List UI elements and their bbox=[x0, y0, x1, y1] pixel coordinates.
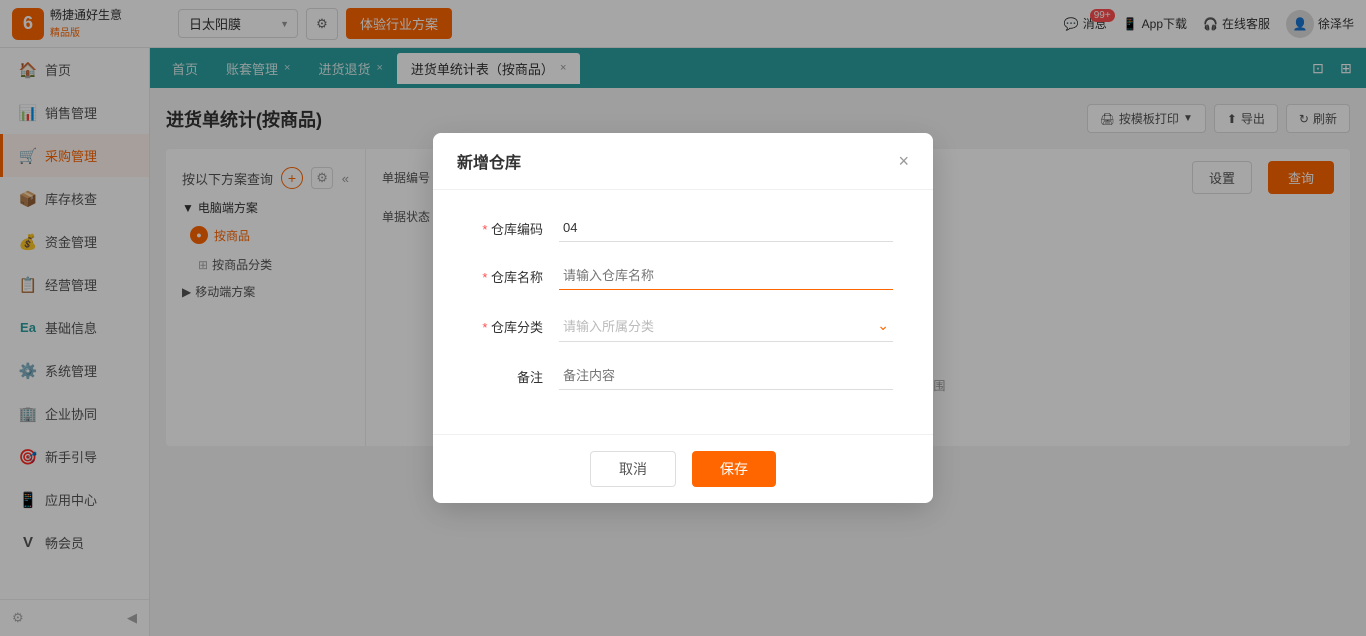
note-label: 备注 bbox=[473, 367, 543, 386]
form-row-note: 备注 bbox=[473, 362, 893, 390]
cancel-button[interactable]: 取消 bbox=[590, 451, 676, 487]
modal-overlay: 新增仓库 × 仓库编码 仓库名称 仓库分类 请输入所属分类 ⌄ bbox=[0, 0, 1366, 636]
category-select[interactable]: 请输入所属分类 ⌄ bbox=[559, 310, 893, 342]
code-label: 仓库编码 bbox=[473, 219, 543, 238]
category-label: 仓库分类 bbox=[473, 317, 543, 336]
form-row-category: 仓库分类 请输入所属分类 ⌄ bbox=[473, 310, 893, 342]
modal-header: 新增仓库 × bbox=[433, 133, 933, 190]
code-input[interactable] bbox=[559, 214, 893, 242]
note-input[interactable] bbox=[559, 362, 893, 390]
modal-body: 仓库编码 仓库名称 仓库分类 请输入所属分类 ⌄ 备注 bbox=[433, 190, 933, 434]
save-button[interactable]: 保存 bbox=[692, 451, 776, 487]
form-row-name: 仓库名称 bbox=[473, 262, 893, 290]
name-input[interactable] bbox=[559, 262, 893, 290]
add-warehouse-modal: 新增仓库 × 仓库编码 仓库名称 仓库分类 请输入所属分类 ⌄ bbox=[433, 133, 933, 503]
modal-footer: 取消 保存 bbox=[433, 434, 933, 503]
category-placeholder: 请输入所属分类 bbox=[563, 316, 654, 335]
modal-close-button[interactable]: × bbox=[898, 152, 909, 170]
form-row-code: 仓库编码 bbox=[473, 214, 893, 242]
category-dropdown-icon: ⌄ bbox=[877, 317, 889, 334]
modal-title: 新增仓库 bbox=[457, 149, 521, 173]
name-label: 仓库名称 bbox=[473, 267, 543, 286]
